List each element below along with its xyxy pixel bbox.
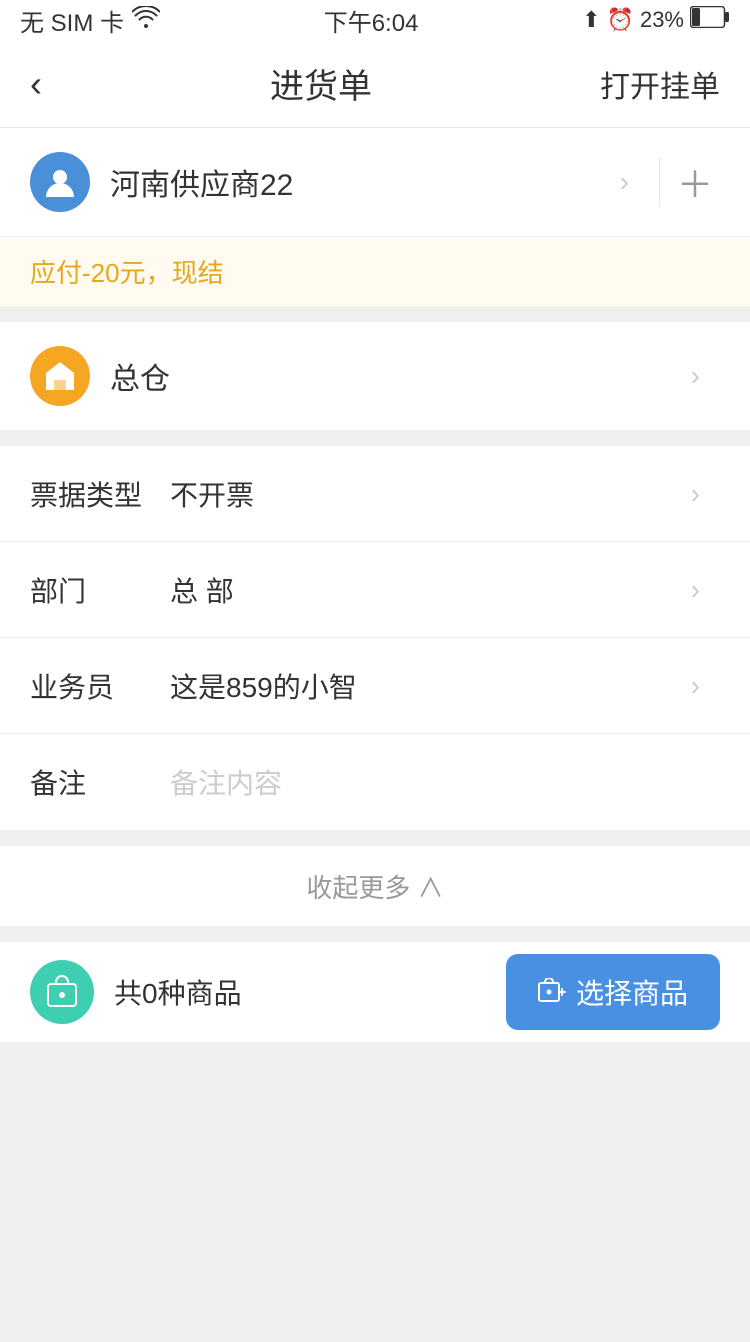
- invoice-type-value: 不开票: [170, 474, 691, 514]
- supplier-name: 河南供应商22: [110, 160, 620, 204]
- nav-bar: ‹ 进货单 打开挂单: [0, 40, 750, 128]
- back-button[interactable]: ‹: [30, 63, 42, 105]
- status-bar: 无 SIM 卡 下午6:04 ⬆ ⏰ 23%: [0, 0, 750, 40]
- salesman-arrow-icon: ›: [691, 670, 700, 702]
- location-icon: ⬆: [582, 7, 600, 33]
- open-pending-button[interactable]: 打开挂单: [600, 62, 720, 106]
- note-label: 备注: [30, 762, 170, 802]
- wifi-icon: [132, 6, 160, 35]
- supplier-card: 河南供应商22 › ＋ 应付-20元，现结: [0, 128, 750, 306]
- department-arrow-icon: ›: [691, 574, 700, 606]
- invoice-type-row[interactable]: 票据类型 不开票 ›: [0, 446, 750, 542]
- department-value: 总 部: [170, 570, 691, 610]
- collapse-row[interactable]: 收起更多 ∧: [0, 846, 750, 926]
- status-right: ⬆ ⏰ 23%: [582, 6, 730, 34]
- form-card: 票据类型 不开票 › 部门 总 部 › 业务员 这是859的小智 › 备注 备注…: [0, 446, 750, 830]
- select-goods-button[interactable]: 选择商品: [506, 954, 720, 1030]
- divider: [659, 157, 660, 207]
- invoice-arrow-icon: ›: [691, 478, 700, 510]
- warehouse-card[interactable]: 总仓 ›: [0, 322, 750, 430]
- salesman-value: 这是859的小智: [170, 666, 691, 706]
- gray-area: [0, 1042, 750, 1342]
- goods-count: 共0种商品: [114, 972, 506, 1012]
- supplier-avatar: [30, 152, 90, 212]
- warehouse-arrow-icon: ›: [691, 360, 700, 392]
- warehouse-name: 总仓: [110, 354, 691, 398]
- salesman-row[interactable]: 业务员 这是859的小智 ›: [0, 638, 750, 734]
- warehouse-row[interactable]: 总仓 ›: [0, 322, 750, 430]
- status-time: 下午6:04: [324, 3, 419, 38]
- department-label: 部门: [30, 570, 170, 610]
- status-left: 无 SIM 卡: [20, 3, 160, 38]
- note-input[interactable]: 备注内容: [170, 762, 720, 802]
- page-title: 进货单: [270, 59, 372, 108]
- invoice-type-label: 票据类型: [30, 474, 170, 514]
- note-row[interactable]: 备注 备注内容: [0, 734, 750, 830]
- collapse-label: 收起更多 ∧: [306, 868, 443, 905]
- supplier-arrow-icon: ›: [620, 166, 629, 198]
- bottom-bar: 共0种商品 选择商品: [0, 942, 750, 1042]
- warehouse-icon: [30, 346, 90, 406]
- department-row[interactable]: 部门 总 部 ›: [0, 542, 750, 638]
- salesman-label: 业务员: [30, 666, 170, 706]
- sim-label: 无 SIM 卡: [20, 3, 124, 38]
- battery-icon: [690, 6, 730, 34]
- supplier-row[interactable]: 河南供应商22 › ＋: [0, 128, 750, 237]
- battery-label: 23%: [640, 7, 684, 33]
- select-goods-label: 选择商品: [576, 972, 688, 1012]
- notice-bar: 应付-20元，现结: [0, 237, 750, 306]
- add-supplier-button[interactable]: ＋: [670, 157, 720, 207]
- goods-icon-wrap: [30, 960, 94, 1024]
- alarm-icon: ⏰: [607, 7, 634, 33]
